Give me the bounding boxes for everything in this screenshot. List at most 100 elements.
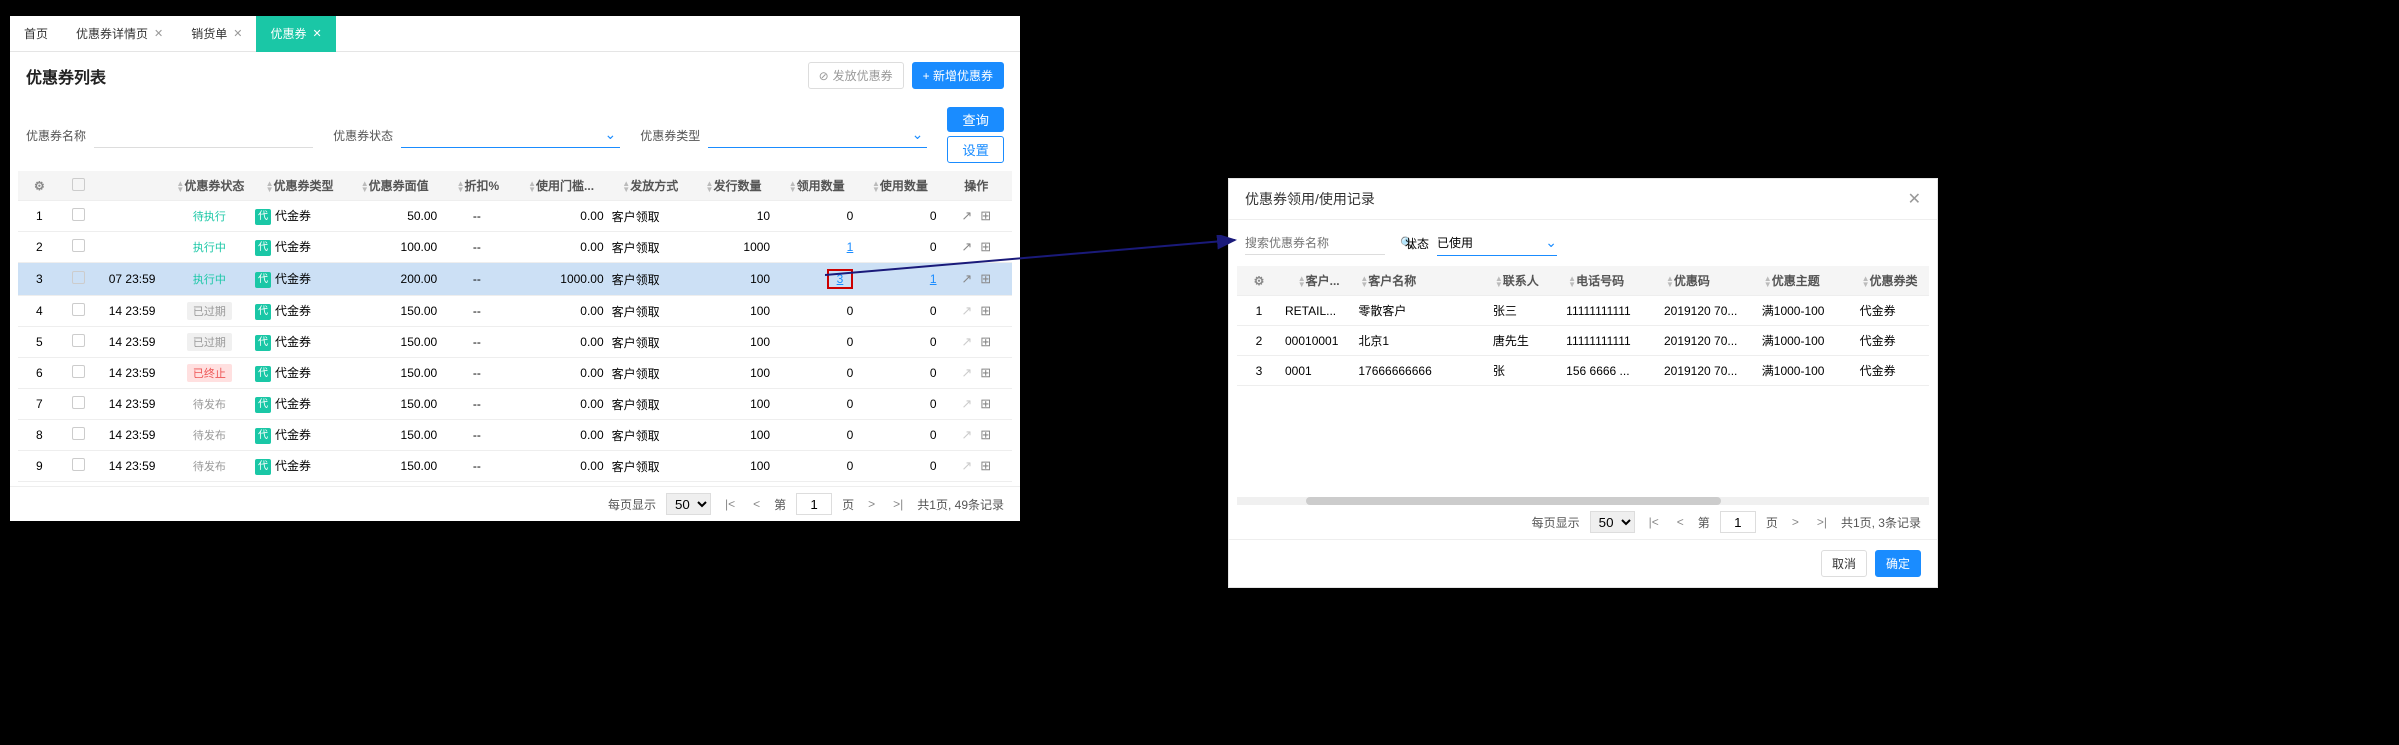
qr-icon[interactable]: ⊞ <box>980 427 991 443</box>
row-checkbox[interactable] <box>72 427 85 440</box>
external-icon: ↗ <box>961 427 972 443</box>
issue-header[interactable]: ▲▼发行数量 <box>691 171 774 201</box>
search-input-wrap[interactable]: 🔍 <box>1245 232 1385 255</box>
table-row[interactable]: 3 0001 17666666666 张 156 6666 ... 201912… <box>1237 356 1929 386</box>
discount-header[interactable]: ▲▼折扣% <box>441 171 512 201</box>
qr-icon[interactable]: ⊞ <box>980 271 991 287</box>
use-link[interactable]: 1 <box>930 272 937 286</box>
table-row[interactable]: 3 07 23:59 执行中 代代金券 200.00 -- 1000.00 客户… <box>18 263 1012 296</box>
modal-pagination: 每页显示 50 |< < 第 页 > >| 共1页, 3条记录 <box>1229 505 1937 539</box>
receive-link[interactable]: 1 <box>847 240 854 254</box>
status-header[interactable]: ▲▼优惠券状态 <box>168 171 251 201</box>
row-checkbox[interactable] <box>72 458 85 471</box>
row-checkbox[interactable] <box>72 365 85 378</box>
next-page[interactable]: > <box>1788 515 1803 529</box>
receive-header[interactable]: ▲▼领用数量 <box>774 171 857 201</box>
type-header[interactable]: ▲▼优惠券类型 <box>251 171 346 201</box>
code-header[interactable]: ▲▼客户... <box>1281 266 1354 296</box>
filter-status-select[interactable]: ⌄ <box>401 122 620 148</box>
row-checkbox[interactable] <box>72 208 85 221</box>
filter-name-input[interactable] <box>94 122 313 148</box>
close-icon[interactable]: ✕ <box>233 27 242 40</box>
type-icon: 代 <box>255 335 271 351</box>
qr-icon[interactable]: ⊞ <box>980 208 991 224</box>
tab[interactable]: 销货单✕ <box>177 16 256 52</box>
row-index: 8 <box>18 420 61 451</box>
external-icon[interactable]: ↗ <box>961 239 972 255</box>
tab[interactable]: 优惠券✕ <box>256 16 335 52</box>
gear-header[interactable]: ⚙ <box>18 171 61 201</box>
cancel-button[interactable]: 取消 <box>1821 550 1867 577</box>
page-input[interactable] <box>796 493 832 515</box>
face-header[interactable]: ▲▼优惠券面值 <box>346 171 441 201</box>
table-row[interactable]: 1 待执行 代代金券 50.00 -- 0.00 客户领取 10 0 0 ↗⊞ <box>18 201 1012 232</box>
search-input[interactable] <box>1245 232 1400 254</box>
gear-header[interactable]: ⚙ <box>1237 266 1281 296</box>
coupon-code: 2019120 70... <box>1660 356 1758 386</box>
add-coupon-button[interactable]: + 新增优惠券 <box>912 62 1004 89</box>
customer-code: RETAIL... <box>1281 296 1354 326</box>
row-checkbox[interactable] <box>72 396 85 409</box>
method-header[interactable]: ▲▼发放方式 <box>608 171 691 201</box>
type-icon: 代 <box>255 428 271 444</box>
modal-per-page-select[interactable]: 50 <box>1590 511 1635 533</box>
contact: 张三 <box>1489 296 1562 326</box>
customer-code: 0001 <box>1281 356 1354 386</box>
tab[interactable]: 优惠券详情页✕ <box>62 16 177 52</box>
ccode-header[interactable]: ▲▼优惠码 <box>1660 266 1758 296</box>
external-icon[interactable]: ↗ <box>961 208 972 224</box>
receive-link[interactable]: 3 <box>837 272 844 286</box>
qr-icon[interactable]: ⊞ <box>980 239 991 255</box>
distribute-button[interactable]: ⊘ 发放优惠券 <box>808 62 904 89</box>
contact-header[interactable]: ▲▼联系人 <box>1489 266 1562 296</box>
close-icon[interactable]: ✕ <box>1908 189 1921 209</box>
row-checkbox[interactable] <box>72 334 85 347</box>
table-row[interactable]: 7 14 23:59 待发布 代代金券 150.00 -- 0.00 客户领取 … <box>18 389 1012 420</box>
modal-page-input[interactable] <box>1720 511 1756 533</box>
last-page[interactable]: >| <box>1813 515 1831 529</box>
row-checkbox[interactable] <box>72 271 85 284</box>
settings-button[interactable]: 设置 <box>947 136 1004 163</box>
qr-icon[interactable]: ⊞ <box>980 458 991 474</box>
last-page[interactable]: >| <box>889 497 907 511</box>
table-row[interactable]: 8 14 23:59 待发布 代代金券 150.00 -- 0.00 客户领取 … <box>18 420 1012 451</box>
phone-header[interactable]: ▲▼电话号码 <box>1562 266 1660 296</box>
qr-icon[interactable]: ⊞ <box>980 396 991 412</box>
close-icon[interactable]: ✕ <box>313 27 322 40</box>
row-checkbox[interactable] <box>72 303 85 316</box>
subj-header[interactable]: ▲▼优惠主题 <box>1758 266 1856 296</box>
table-row[interactable]: 6 14 23:59 已终止 代代金券 150.00 -- 0.00 客户领取 … <box>18 358 1012 389</box>
close-icon[interactable]: ✕ <box>154 27 163 40</box>
search-button[interactable]: 查询 <box>947 107 1004 132</box>
table-row[interactable]: 2 执行中 代代金券 100.00 -- 0.00 客户领取 1000 1 0 … <box>18 232 1012 263</box>
confirm-button[interactable]: 确定 <box>1875 550 1921 577</box>
face-value: 150.00 <box>346 327 441 358</box>
external-icon[interactable]: ↗ <box>961 271 972 287</box>
method: 客户领取 <box>608 358 691 389</box>
filter-type-select[interactable]: ⌄ <box>708 122 927 148</box>
table-row[interactable]: 2 00010001 北京1 唐先生 11111111111 2019120 7… <box>1237 326 1929 356</box>
qr-icon[interactable]: ⊞ <box>980 303 991 319</box>
cat-header[interactable]: ▲▼优惠券类 <box>1856 266 1929 296</box>
per-page-select[interactable]: 50 <box>666 493 711 515</box>
tab[interactable]: 首页 <box>10 16 62 52</box>
modal-status-select[interactable]: 已使用 ⌄ <box>1437 230 1557 256</box>
horizontal-scrollbar[interactable] <box>1237 497 1929 505</box>
prev-page[interactable]: < <box>749 497 764 511</box>
table-row[interactable]: 4 14 23:59 已过期 代代金券 150.00 -- 0.00 客户领取 … <box>18 296 1012 327</box>
qr-icon[interactable]: ⊞ <box>980 334 991 350</box>
table-row[interactable]: 9 14 23:59 待发布 代代金券 150.00 -- 0.00 客户领取 … <box>18 451 1012 482</box>
threshold-header[interactable]: ▲▼使用门槛... <box>513 171 608 201</box>
table-row[interactable]: 5 14 23:59 已过期 代代金券 150.00 -- 0.00 客户领取 … <box>18 327 1012 358</box>
table-row[interactable]: 1 RETAIL... 零散客户 张三 11111111111 2019120 … <box>1237 296 1929 326</box>
next-page[interactable]: > <box>864 497 879 511</box>
prev-page[interactable]: < <box>1673 515 1688 529</box>
checkbox-header[interactable] <box>61 171 97 201</box>
first-page[interactable]: |< <box>721 497 739 511</box>
name-header[interactable]: ▲▼客户名称 <box>1354 266 1488 296</box>
qr-icon[interactable]: ⊞ <box>980 365 991 381</box>
use-header[interactable]: ▲▼使用数量 <box>857 171 940 201</box>
first-page[interactable]: |< <box>1645 515 1663 529</box>
customer-name: 北京1 <box>1354 326 1488 356</box>
row-checkbox[interactable] <box>72 239 85 252</box>
